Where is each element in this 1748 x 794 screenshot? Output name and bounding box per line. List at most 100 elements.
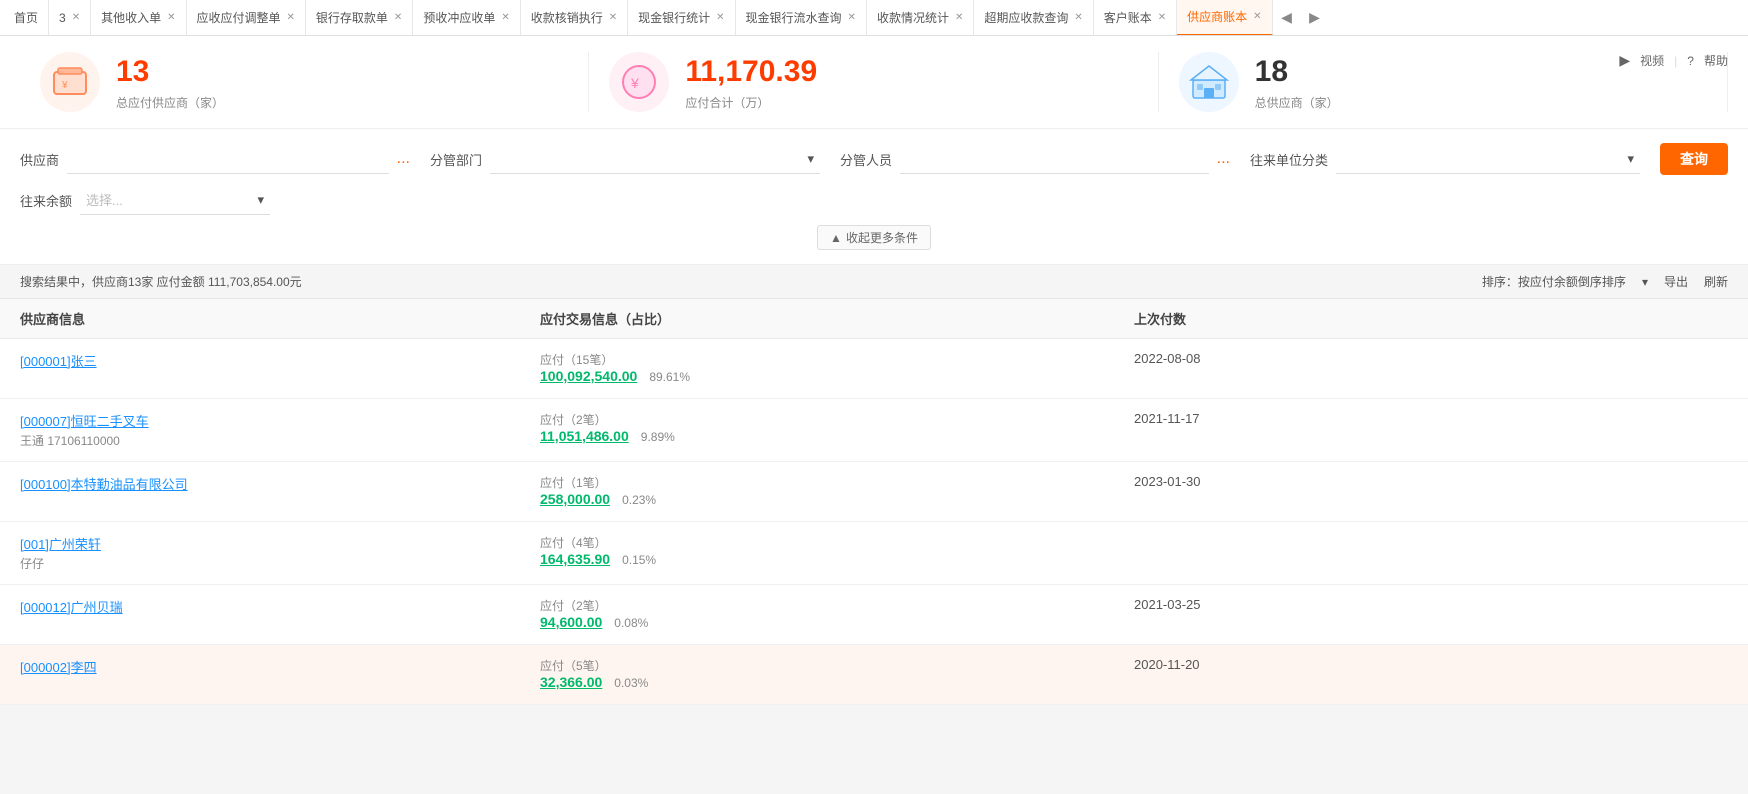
- close-icon[interactable]: ✕: [1074, 12, 1082, 23]
- close-icon[interactable]: ✕: [167, 12, 175, 23]
- table-row: [000100]本特勤油品有限公司应付（1笔）258,000.000.23%20…: [0, 462, 1748, 522]
- col-header-lastdate: 上次付数: [1134, 309, 1728, 328]
- tx-amount[interactable]: 32,366.00: [540, 674, 602, 690]
- nav-tab-prepay-offset[interactable]: 预收冲应收单 ✕: [413, 0, 520, 36]
- nav-prev-arrow[interactable]: ◀: [1273, 0, 1301, 36]
- last-payment-date: 2021-03-25: [1134, 597, 1728, 612]
- stat-label-payable-suppliers: 总应付供应商（家）: [116, 94, 224, 111]
- video-link[interactable]: 视频: [1640, 52, 1664, 69]
- supplier-name-link[interactable]: [000100]本特勤油品有限公司: [20, 474, 540, 493]
- close-icon[interactable]: ✕: [72, 12, 80, 23]
- collapse-button[interactable]: ▲ 收起更多条件: [817, 225, 931, 250]
- tx-cell: 应付（2笔）11,051,486.009.89%: [540, 411, 1134, 444]
- close-icon[interactable]: ✕: [1158, 12, 1166, 23]
- tx-amount[interactable]: 11,051,486.00: [540, 428, 629, 444]
- nav-tab-home-label: 首页: [14, 9, 38, 26]
- filter-row-1: 供应商 ... 分管部门 ▾ 分管人员 ... 往来单位分类 ▾ 查询: [20, 143, 1728, 175]
- tx-label: 应付（15笔）: [540, 351, 1134, 368]
- tx-cell: 应付（2笔）94,600.000.08%: [540, 597, 1134, 630]
- nav-tab-supplier-ledger[interactable]: 供应商账本 ✕: [1177, 0, 1272, 36]
- nav-tab-customer-ledger[interactable]: 客户账本 ✕: [1094, 0, 1177, 36]
- stat-icon-supplier: ¥: [40, 52, 100, 112]
- tx-pct: 0.03%: [614, 676, 648, 690]
- dept-select[interactable]: ▾: [490, 144, 820, 174]
- supplier-cell: [001]广州荣轩仔仔: [20, 534, 540, 572]
- table-row: [000002]李四应付（5笔）32,366.000.03%2020-11-20: [0, 645, 1748, 705]
- nav-tab-collection-stat[interactable]: 收款情况统计 ✕: [867, 0, 974, 36]
- person-input[interactable]: [900, 144, 1209, 174]
- nav-tab-home[interactable]: 首页: [4, 0, 49, 36]
- nav-tab-3-label: 3: [59, 11, 66, 25]
- nav-tab-ar-ap-adjust[interactable]: 应收应付调整单 ✕: [187, 0, 306, 36]
- tx-pct: 89.61%: [649, 370, 690, 384]
- tx-cell: 应付（4笔）164,635.900.15%: [540, 534, 1134, 567]
- table-wrapper: 供应商信息 应付交易信息（占比） 上次付数 [000001]张三应付（15笔）1…: [0, 299, 1748, 705]
- tx-amount[interactable]: 164,635.90: [540, 551, 610, 567]
- svg-text:¥: ¥: [61, 80, 68, 91]
- supplier-name-link[interactable]: [000002]李四: [20, 657, 540, 676]
- nav-tab-overdue-ar-label: 超期应收款查询: [984, 9, 1068, 26]
- stat-info-ap-total: 11,170.39 应付合计（万）: [685, 54, 817, 111]
- nav-tab-overdue-ar[interactable]: 超期应收款查询 ✕: [974, 0, 1093, 36]
- tx-amount[interactable]: 94,600.00: [540, 614, 602, 630]
- supplier-dots[interactable]: ...: [397, 150, 410, 168]
- balance-select-value: 选择...: [86, 190, 123, 209]
- stat-icon-ap: ¥: [609, 52, 669, 112]
- export-button[interactable]: 导出: [1664, 273, 1688, 290]
- close-icon[interactable]: ✕: [394, 12, 402, 23]
- category-label: 往来单位分类: [1250, 150, 1328, 169]
- nav-tab-cash-bank-flow[interactable]: 现金银行流水查询 ✕: [736, 0, 867, 36]
- close-icon[interactable]: ✕: [716, 12, 724, 23]
- close-icon[interactable]: ✕: [501, 12, 509, 23]
- search-button[interactable]: 查询: [1660, 143, 1728, 175]
- divider: |: [1674, 54, 1677, 68]
- tx-label: 应付（4笔）: [540, 534, 1134, 551]
- tx-label: 应付（1笔）: [540, 474, 1134, 491]
- col-header-supplier: 供应商信息: [20, 309, 540, 328]
- supplier-name-link[interactable]: [001]广州荣轩: [20, 534, 540, 553]
- balance-label: 往来余额: [20, 191, 72, 210]
- nav-next-arrow[interactable]: ▶: [1301, 0, 1329, 36]
- category-select[interactable]: ▾: [1336, 144, 1640, 174]
- tx-amount[interactable]: 100,092,540.00: [540, 368, 637, 384]
- last-payment-date: 2020-11-20: [1134, 657, 1728, 672]
- close-icon[interactable]: ✕: [955, 12, 963, 23]
- result-summary: 搜索结果中，供应商13家 应付金额 111,703,854.00元: [20, 273, 302, 290]
- tx-cell: 应付（15笔）100,092,540.00 89.61%: [540, 351, 1134, 384]
- close-icon[interactable]: ✕: [848, 12, 856, 23]
- stat-value-payable-suppliers: 13: [116, 54, 224, 90]
- table-row: [000012]广州贝瑞应付（2笔）94,600.000.08%2021-03-…: [0, 585, 1748, 645]
- tx-label: 应付（2笔）: [540, 411, 1134, 428]
- balance-select[interactable]: 选择... ▾: [80, 185, 270, 215]
- filter-balance: 往来余额 选择... ▾: [20, 185, 270, 215]
- tx-amount[interactable]: 258,000.00: [540, 491, 610, 507]
- stat-label-ap-total: 应付合计（万）: [685, 94, 817, 111]
- nav-tab-cash-bank-stat[interactable]: 现金银行统计 ✕: [628, 0, 735, 36]
- nav-tab-bank-deposit[interactable]: 银行存取款单 ✕: [306, 0, 413, 36]
- collapse-label: 收起更多条件: [846, 229, 918, 246]
- supplier-name-link[interactable]: [000012]广州贝瑞: [20, 597, 540, 616]
- nav-tab-cash-bank-stat-label: 现金银行统计: [638, 9, 710, 26]
- nav-tab-3[interactable]: 3 ✕: [49, 0, 91, 36]
- dept-label: 分管部门: [430, 150, 482, 169]
- nav-tab-bank-deposit-label: 银行存取款单: [316, 9, 388, 26]
- supplier-input[interactable]: [67, 144, 389, 174]
- result-bar: 搜索结果中，供应商13家 应付金额 111,703,854.00元 排序：按应付…: [0, 265, 1748, 299]
- nav-tab-other-income[interactable]: 其他收入单 ✕: [91, 0, 186, 36]
- nav-tab-collection-verify[interactable]: 收款核销执行 ✕: [521, 0, 628, 36]
- stats-area: ¥ 13 总应付供应商（家） ¥ 11,170.39 应付合计（万）: [0, 36, 1748, 129]
- help-link[interactable]: 帮助: [1704, 52, 1728, 69]
- close-icon[interactable]: ✕: [609, 12, 617, 23]
- person-dots[interactable]: ...: [1217, 150, 1230, 168]
- chevron-down-icon-3: ▾: [257, 192, 264, 208]
- refresh-button[interactable]: 刷新: [1704, 273, 1728, 290]
- table-row: [001]广州荣轩仔仔应付（4笔）164,635.900.15%: [0, 522, 1748, 585]
- supplier-name-link[interactable]: [000001]张三: [20, 351, 540, 370]
- supplier-name-link[interactable]: [000007]恒旺二手叉车: [20, 411, 540, 430]
- last-payment-date: 2021-11-17: [1134, 411, 1728, 426]
- close-icon[interactable]: ✕: [287, 12, 295, 23]
- stat-label-total-suppliers: 总供应商（家）: [1255, 94, 1339, 111]
- filter-dept: 分管部门 ▾: [430, 144, 820, 174]
- chevron-down-icon: ▾: [807, 151, 814, 167]
- close-icon[interactable]: ✕: [1253, 11, 1261, 22]
